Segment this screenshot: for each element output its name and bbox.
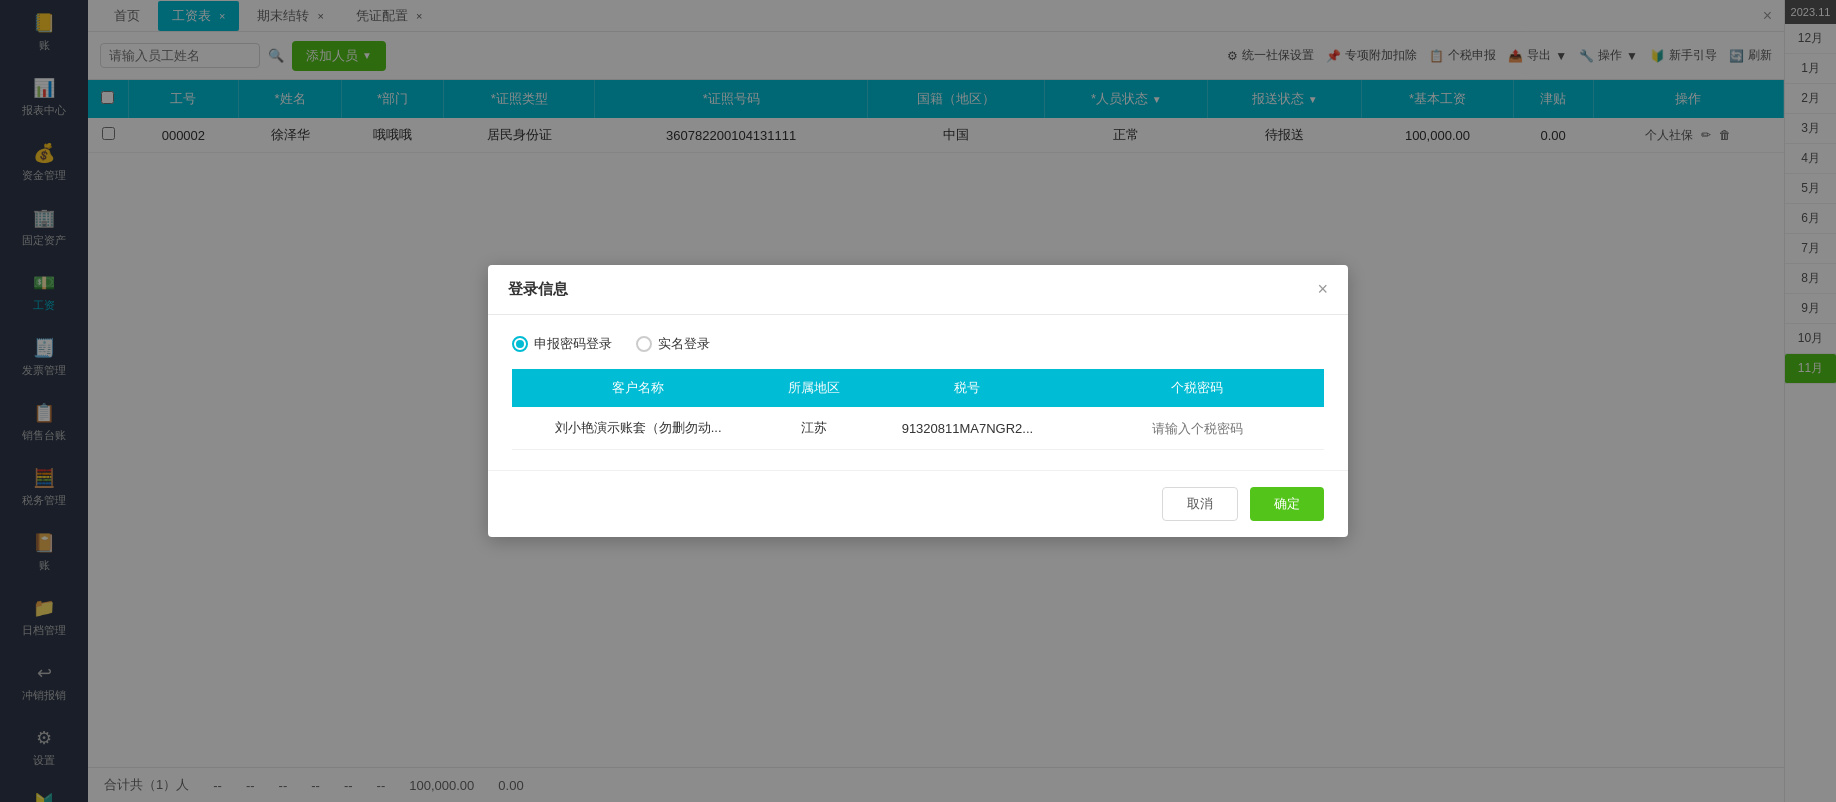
cell-tax-no: 91320811MA7NGR2...: [865, 407, 1071, 450]
col-tax-no: 税号: [865, 369, 1071, 407]
dialog-overlay: 登录信息 × 申报密码登录 实名登录 客户名称 所属地区: [0, 0, 1836, 802]
dialog-close-button[interactable]: ×: [1317, 279, 1328, 300]
col-client-name: 客户名称: [512, 369, 764, 407]
cell-client-name: 刘小艳演示账套（勿删勿动...: [512, 407, 764, 450]
confirm-button[interactable]: 确定: [1250, 487, 1324, 521]
dialog-body: 申报密码登录 实名登录 客户名称 所属地区 税号 个税密码: [488, 315, 1348, 470]
cell-region: 江苏: [764, 407, 864, 450]
login-table-row: 刘小艳演示账套（勿删勿动... 江苏 91320811MA7NGR2...: [512, 407, 1324, 450]
radio-password-label: 申报密码登录: [534, 335, 612, 353]
radio-option-realname[interactable]: 实名登录: [636, 335, 710, 353]
radio-realname-circle: [636, 336, 652, 352]
login-dialog: 登录信息 × 申报密码登录 实名登录 客户名称 所属地区: [488, 265, 1348, 537]
cancel-button[interactable]: 取消: [1162, 487, 1238, 521]
radio-option-password[interactable]: 申报密码登录: [512, 335, 612, 353]
password-input[interactable]: [1082, 421, 1312, 436]
dialog-title: 登录信息: [508, 280, 568, 299]
radio-group: 申报密码登录 实名登录: [512, 335, 1324, 353]
radio-password-circle: [512, 336, 528, 352]
dialog-footer: 取消 确定: [488, 470, 1348, 537]
radio-realname-label: 实名登录: [658, 335, 710, 353]
col-tax-password: 个税密码: [1070, 369, 1324, 407]
col-region: 所属地区: [764, 369, 864, 407]
login-info-table: 客户名称 所属地区 税号 个税密码 刘小艳演示账套（勿删勿动... 江苏 913…: [512, 369, 1324, 450]
dialog-header: 登录信息 ×: [488, 265, 1348, 315]
cell-password[interactable]: [1070, 407, 1324, 450]
